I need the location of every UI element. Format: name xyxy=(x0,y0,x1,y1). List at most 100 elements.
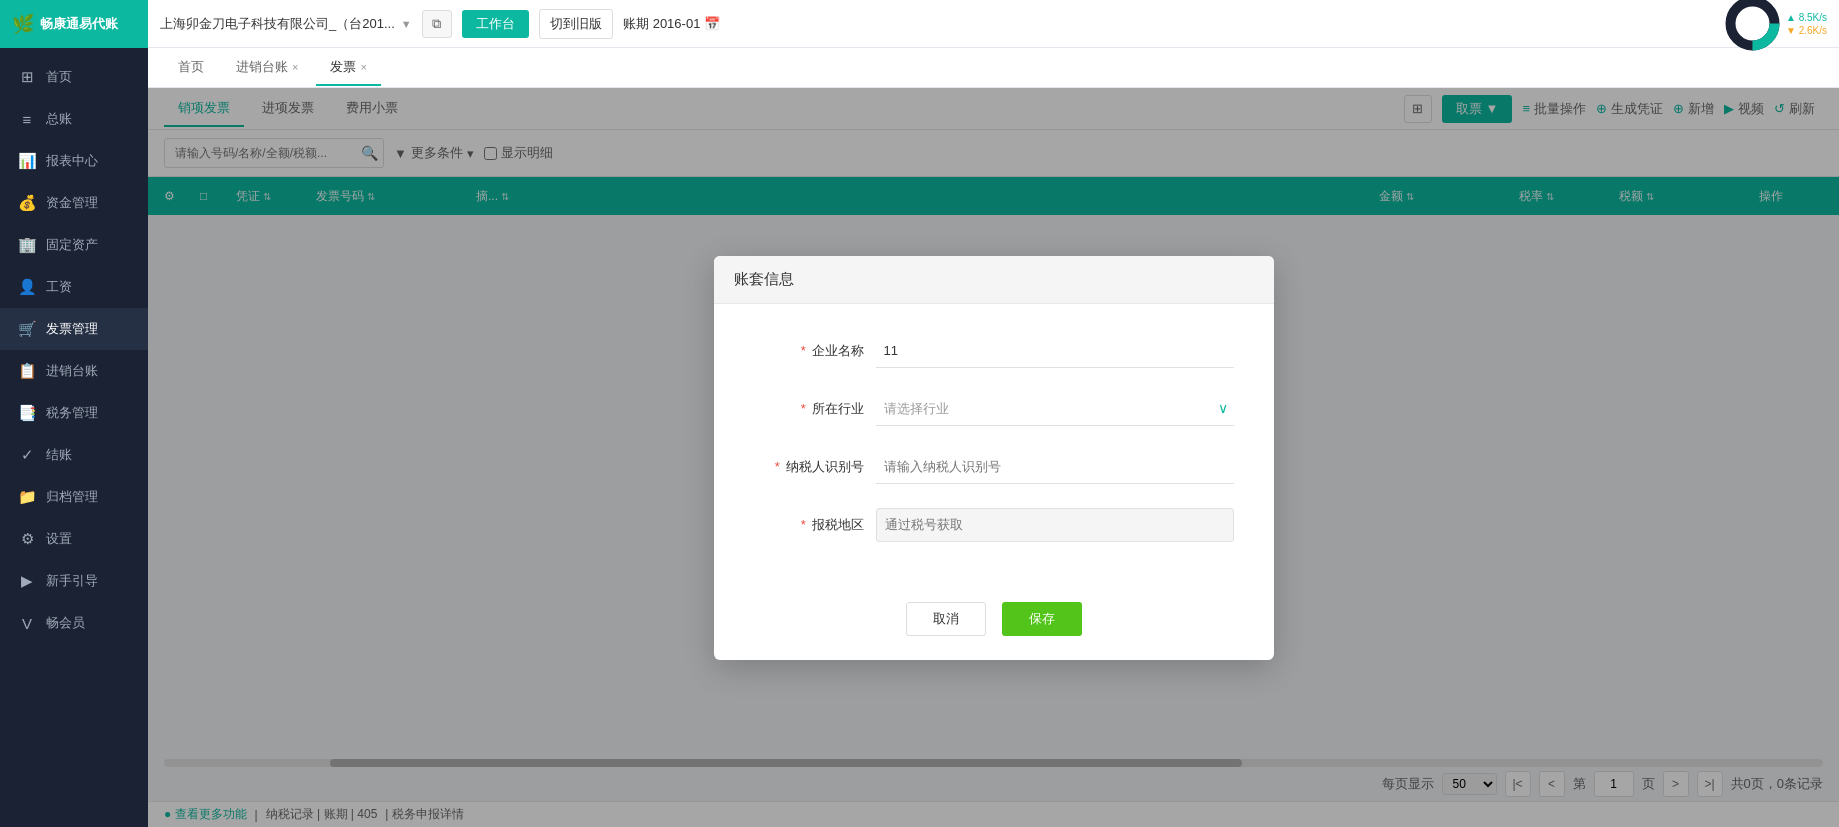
sidebar-item-report[interactable]: 📊 报表中心 xyxy=(0,140,148,182)
sidebar-item-label: 资金管理 xyxy=(46,194,98,212)
required-star-tax: * xyxy=(775,459,780,474)
logo-icon: 🌿 xyxy=(12,13,34,35)
company-selector[interactable]: 上海卯金刀电子科技有限公司_（台201... ▼ xyxy=(160,15,412,33)
modal-footer: 取消 保存 xyxy=(714,586,1274,660)
speed-down: ▼ 2.6K/s xyxy=(1786,25,1827,36)
workbench-button[interactable]: 工作台 xyxy=(462,10,529,38)
settings-icon: ⚙ xyxy=(18,530,36,548)
vip-icon: V xyxy=(18,615,36,632)
sidebar-item-label: 总账 xyxy=(46,110,72,128)
speed-up: ▲ 8.5K/s xyxy=(1786,12,1827,23)
speed-display: ▲ 8.5K/s ▼ 2.6K/s xyxy=(1786,12,1827,36)
form-label-tax-region: * 报税地区 xyxy=(754,516,864,534)
topbar: 上海卯金刀电子科技有限公司_（台201... ▼ ⧉ 工作台 切到旧版 账期 2… xyxy=(148,0,1839,48)
cancel-button[interactable]: 取消 xyxy=(906,602,986,636)
sidebar-item-payroll[interactable]: 👤 工资 xyxy=(0,266,148,308)
sidebar-item-label: 结账 xyxy=(46,446,72,464)
tab-salesledger-label: 进销台账 xyxy=(236,58,288,76)
sidebar-item-home[interactable]: ⊞ 首页 xyxy=(0,56,148,98)
sidebar-item-settings[interactable]: ⚙ 设置 xyxy=(0,518,148,560)
tab-home[interactable]: 首页 xyxy=(164,50,218,86)
tab-invoice-label: 发票 xyxy=(330,58,356,76)
sidebar-item-label: 工资 xyxy=(46,278,72,296)
company-arrow-icon: ▼ xyxy=(401,18,412,30)
payroll-icon: 👤 xyxy=(18,278,36,296)
archive-icon: 📁 xyxy=(18,488,36,506)
form-row-company: * 企业名称 xyxy=(754,334,1234,368)
report-icon: 📊 xyxy=(18,152,36,170)
invoice-icon: 🛒 xyxy=(18,320,36,338)
form-row-tax-region: * 报税地区 xyxy=(754,508,1234,542)
tab-invoice[interactable]: 发票 × xyxy=(316,50,380,86)
tab-salesledger-close[interactable]: × xyxy=(292,61,298,73)
industry-select-wrapper: 请选择行业 ∨ xyxy=(876,392,1234,426)
period-display: 账期 2016-01 📅 xyxy=(623,15,721,33)
sidebar-item-tax[interactable]: 📑 税务管理 xyxy=(0,392,148,434)
sidebar-item-fixed[interactable]: 🏢 固定资产 xyxy=(0,224,148,266)
sidebar-item-label: 发票管理 xyxy=(46,320,98,338)
copy-icon: ⧉ xyxy=(432,16,441,32)
salesledger-icon: 📋 xyxy=(18,362,36,380)
calendar-icon[interactable]: 📅 xyxy=(704,16,720,31)
svg-text:49%: 49% xyxy=(1740,17,1764,31)
topbar-right: 49% ▲ 8.5K/s ▼ 2.6K/s xyxy=(1725,0,1827,51)
required-star: * xyxy=(801,343,806,358)
company-name: 上海卯金刀电子科技有限公司_（台201... xyxy=(160,15,395,33)
tab-salesledger[interactable]: 进销台账 × xyxy=(222,50,312,86)
sidebar-item-label: 税务管理 xyxy=(46,404,98,422)
industry-select[interactable]: 请选择行业 xyxy=(876,392,1234,425)
sidebar-item-label: 进销台账 xyxy=(46,362,98,380)
sidebar-nav: ⊞ 首页 ≡ 总账 📊 报表中心 💰 资金管理 🏢 固定资产 👤 工资 xyxy=(0,48,148,827)
tab-invoice-close[interactable]: × xyxy=(360,61,366,73)
sidebar-item-ledger[interactable]: ≡ 总账 xyxy=(0,98,148,140)
save-button[interactable]: 保存 xyxy=(1002,602,1082,636)
sidebar-item-label: 归档管理 xyxy=(46,488,98,506)
form-label-tax-id: * 纳税人识别号 xyxy=(754,458,864,476)
network-donut-chart: 49% xyxy=(1725,0,1780,51)
sidebar-item-invoice[interactable]: 🛒 发票管理 xyxy=(0,308,148,350)
main-content: 上海卯金刀电子科技有限公司_（台201... ▼ ⧉ 工作台 切到旧版 账期 2… xyxy=(148,0,1839,827)
tax-region-input xyxy=(876,508,1234,542)
sidebar-item-capital[interactable]: 💰 资金管理 xyxy=(0,182,148,224)
page-content: 销项发票 进项发票 费用小票 ⊞ 取票 ▼ ≡ 批量操作 ⊕ 生成凭证 xyxy=(148,88,1839,827)
sidebar-item-guide[interactable]: ▶ 新手引导 xyxy=(0,560,148,602)
network-circle-wrapper: 49% xyxy=(1725,0,1780,51)
period-label: 账期 xyxy=(623,15,649,33)
sidebar-item-label: 设置 xyxy=(46,530,72,548)
sidebar-item-salesledger[interactable]: 📋 进销台账 xyxy=(0,350,148,392)
tax-id-input[interactable] xyxy=(876,450,1234,484)
sidebar-item-vip[interactable]: V 畅会员 xyxy=(0,602,148,644)
copy-button[interactable]: ⧉ xyxy=(422,10,452,38)
sidebar-item-label: 畅会员 xyxy=(46,614,85,632)
sidebar-item-archive[interactable]: 📁 归档管理 xyxy=(0,476,148,518)
switch-old-button[interactable]: 切到旧版 xyxy=(539,9,613,39)
modal-title: 账套信息 xyxy=(734,270,794,287)
app-name: 畅康通易代账 xyxy=(40,15,118,33)
form-label-company: * 企业名称 xyxy=(754,342,864,360)
network-indicator: 49% ▲ 8.5K/s ▼ 2.6K/s xyxy=(1725,0,1827,51)
sidebar-item-label: 首页 xyxy=(46,68,72,86)
tax-icon: 📑 xyxy=(18,404,36,422)
checkout-icon: ✓ xyxy=(18,446,36,464)
modal-dialog: 账套信息 * 企业名称 xyxy=(714,256,1274,660)
home-icon: ⊞ xyxy=(18,68,36,86)
app-logo: 🌿 畅康通易代账 xyxy=(0,0,148,48)
capital-icon: 💰 xyxy=(18,194,36,212)
company-name-input[interactable] xyxy=(876,334,1234,368)
form-label-industry: * 所在行业 xyxy=(754,400,864,418)
sidebar-item-label: 报表中心 xyxy=(46,152,98,170)
tab-bar: 首页 进销台账 × 发票 × xyxy=(148,48,1839,88)
sidebar-item-checkout[interactable]: ✓ 结账 xyxy=(0,434,148,476)
modal-body: * 企业名称 * 所在行业 xyxy=(714,304,1274,586)
sidebar-item-label: 新手引导 xyxy=(46,572,98,590)
sidebar-item-label: 固定资产 xyxy=(46,236,98,254)
fixed-icon: 🏢 xyxy=(18,236,36,254)
modal-header: 账套信息 xyxy=(714,256,1274,304)
required-star-region: * xyxy=(801,517,806,532)
ledger-icon: ≡ xyxy=(18,111,36,128)
period-value: 2016-01 xyxy=(653,16,701,31)
form-row-industry: * 所在行业 请选择行业 ∨ xyxy=(754,392,1234,426)
form-row-tax-id: * 纳税人识别号 xyxy=(754,450,1234,484)
modal-overlay[interactable]: 账套信息 * 企业名称 xyxy=(148,88,1839,827)
required-star-industry: * xyxy=(801,401,806,416)
